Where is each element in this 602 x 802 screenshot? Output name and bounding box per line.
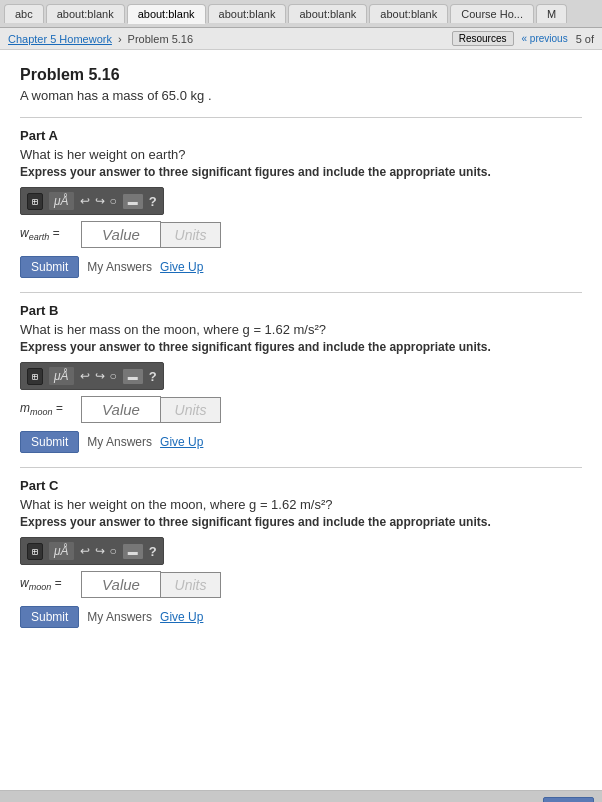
part-a-instruction: Express your answer to three significant… bbox=[20, 165, 582, 179]
breadcrumb-bar: Chapter 5 Homework › Problem 5.16 Resour… bbox=[0, 28, 602, 50]
breadcrumb-chapter[interactable]: Chapter 5 Homework bbox=[8, 33, 112, 45]
tab-blank5[interactable]: about:blank bbox=[369, 4, 448, 23]
part-b-section: Part B What is her mass on the moon, whe… bbox=[20, 292, 582, 453]
part-a-toolbar: ⊞ μÅ ↩ ↪ ○ ▬ ? bbox=[20, 187, 164, 215]
breadcrumb-right: Resources « previous 5 of bbox=[452, 31, 594, 46]
part-a-give-up-link[interactable]: Give Up bbox=[160, 260, 203, 274]
part-c-answer-label: wmoon = bbox=[20, 576, 75, 592]
part-b-question: What is her mass on the moon, where g = … bbox=[20, 322, 582, 337]
resources-button[interactable]: Resources bbox=[452, 31, 514, 46]
part-c-buttons-row: Submit My Answers Give Up bbox=[20, 606, 582, 628]
part-a-toolbar-rect[interactable]: ▬ bbox=[122, 193, 144, 210]
part-b-toolbar-help[interactable]: ? bbox=[149, 369, 157, 384]
part-a-toolbar-undo[interactable]: ↩ bbox=[80, 194, 90, 208]
part-c-toolbar-rect[interactable]: ▬ bbox=[122, 543, 144, 560]
part-c-toolbar-mu[interactable]: μÅ bbox=[48, 541, 75, 561]
part-c-value-input[interactable] bbox=[81, 571, 161, 598]
part-a-answer-label: wearth = bbox=[20, 226, 75, 242]
bottom-bar: Provide Feedback Cont bbox=[0, 790, 602, 802]
browser-tabs: abc about:blank about:blank about:blank … bbox=[0, 0, 602, 28]
part-b-answer-label: mmoon = bbox=[20, 401, 75, 417]
part-b-label: Part B bbox=[20, 303, 582, 318]
part-c-my-answers-link[interactable]: My Answers bbox=[87, 610, 152, 624]
part-b-toolbar: ⊞ μÅ ↩ ↪ ○ ▬ ? bbox=[20, 362, 164, 390]
part-b-toolbar-redo[interactable]: ↪ bbox=[95, 369, 105, 383]
nav-next: 5 of bbox=[576, 33, 594, 45]
part-a-label: Part A bbox=[20, 128, 582, 143]
part-a-toolbar-help[interactable]: ? bbox=[149, 194, 157, 209]
breadcrumb-problem: Problem 5.16 bbox=[128, 33, 193, 45]
breadcrumb-left: Chapter 5 Homework › Problem 5.16 bbox=[8, 33, 193, 45]
part-b-value-input[interactable] bbox=[81, 396, 161, 423]
tab-abc[interactable]: abc bbox=[4, 4, 44, 23]
part-c-toolbar-grid-icon[interactable]: ⊞ bbox=[27, 543, 43, 560]
part-b-my-answers-link[interactable]: My Answers bbox=[87, 435, 152, 449]
part-a-value-input[interactable] bbox=[81, 221, 161, 248]
part-c-toolbar: ⊞ μÅ ↩ ↪ ○ ▬ ? bbox=[20, 537, 164, 565]
part-a-submit-button[interactable]: Submit bbox=[20, 256, 79, 278]
part-c-give-up-link[interactable]: Give Up bbox=[160, 610, 203, 624]
part-c-question: What is her weight on the moon, where g … bbox=[20, 497, 582, 512]
part-c-answer-row: wmoon = Units bbox=[20, 571, 582, 598]
part-a-buttons-row: Submit My Answers Give Up bbox=[20, 256, 582, 278]
part-c-label: Part C bbox=[20, 478, 582, 493]
part-a-toolbar-grid-icon[interactable]: ⊞ bbox=[27, 193, 43, 210]
part-b-give-up-link[interactable]: Give Up bbox=[160, 435, 203, 449]
part-b-submit-button[interactable]: Submit bbox=[20, 431, 79, 453]
part-c-section: Part C What is her weight on the moon, w… bbox=[20, 467, 582, 628]
part-a-my-answers-link[interactable]: My Answers bbox=[87, 260, 152, 274]
part-b-units-input[interactable]: Units bbox=[161, 397, 221, 423]
part-c-submit-button[interactable]: Submit bbox=[20, 606, 79, 628]
part-c-toolbar-undo[interactable]: ↩ bbox=[80, 544, 90, 558]
part-c-toolbar-redo[interactable]: ↪ bbox=[95, 544, 105, 558]
part-b-buttons-row: Submit My Answers Give Up bbox=[20, 431, 582, 453]
part-b-toolbar-mu[interactable]: μÅ bbox=[48, 366, 75, 386]
part-a-units-input[interactable]: Units bbox=[161, 222, 221, 248]
part-b-answer-row: mmoon = Units bbox=[20, 396, 582, 423]
part-a-answer-row: wearth = Units bbox=[20, 221, 582, 248]
tab-blank2-active[interactable]: about:blank bbox=[127, 4, 206, 24]
part-a-section: Part A What is her weight on earth? Expr… bbox=[20, 117, 582, 278]
problem-description: A woman has a mass of 65.0 kg . bbox=[20, 88, 582, 103]
part-c-toolbar-help[interactable]: ? bbox=[149, 544, 157, 559]
part-b-instruction: Express your answer to three significant… bbox=[20, 340, 582, 354]
tab-m[interactable]: M bbox=[536, 4, 567, 23]
tab-course[interactable]: Course Ho... bbox=[450, 4, 534, 23]
part-c-instruction: Express your answer to three significant… bbox=[20, 515, 582, 529]
part-c-toolbar-refresh[interactable]: ○ bbox=[110, 544, 117, 558]
part-b-toolbar-undo[interactable]: ↩ bbox=[80, 369, 90, 383]
nav-previous[interactable]: « previous bbox=[522, 33, 568, 44]
tab-blank4[interactable]: about:blank bbox=[288, 4, 367, 23]
part-b-toolbar-refresh[interactable]: ○ bbox=[110, 369, 117, 383]
continue-button[interactable]: Cont bbox=[543, 797, 594, 803]
part-a-toolbar-redo[interactable]: ↪ bbox=[95, 194, 105, 208]
part-a-question: What is her weight on earth? bbox=[20, 147, 582, 162]
part-a-toolbar-refresh[interactable]: ○ bbox=[110, 194, 117, 208]
part-b-toolbar-rect[interactable]: ▬ bbox=[122, 368, 144, 385]
part-b-toolbar-grid-icon[interactable]: ⊞ bbox=[27, 368, 43, 385]
tab-blank1[interactable]: about:blank bbox=[46, 4, 125, 23]
breadcrumb-separator: › bbox=[118, 33, 122, 45]
problem-title: Problem 5.16 bbox=[20, 66, 582, 84]
tab-blank3[interactable]: about:blank bbox=[208, 4, 287, 23]
main-content: Problem 5.16 A woman has a mass of 65.0 … bbox=[0, 50, 602, 790]
part-a-toolbar-mu[interactable]: μÅ bbox=[48, 191, 75, 211]
part-c-units-input[interactable]: Units bbox=[161, 572, 221, 598]
